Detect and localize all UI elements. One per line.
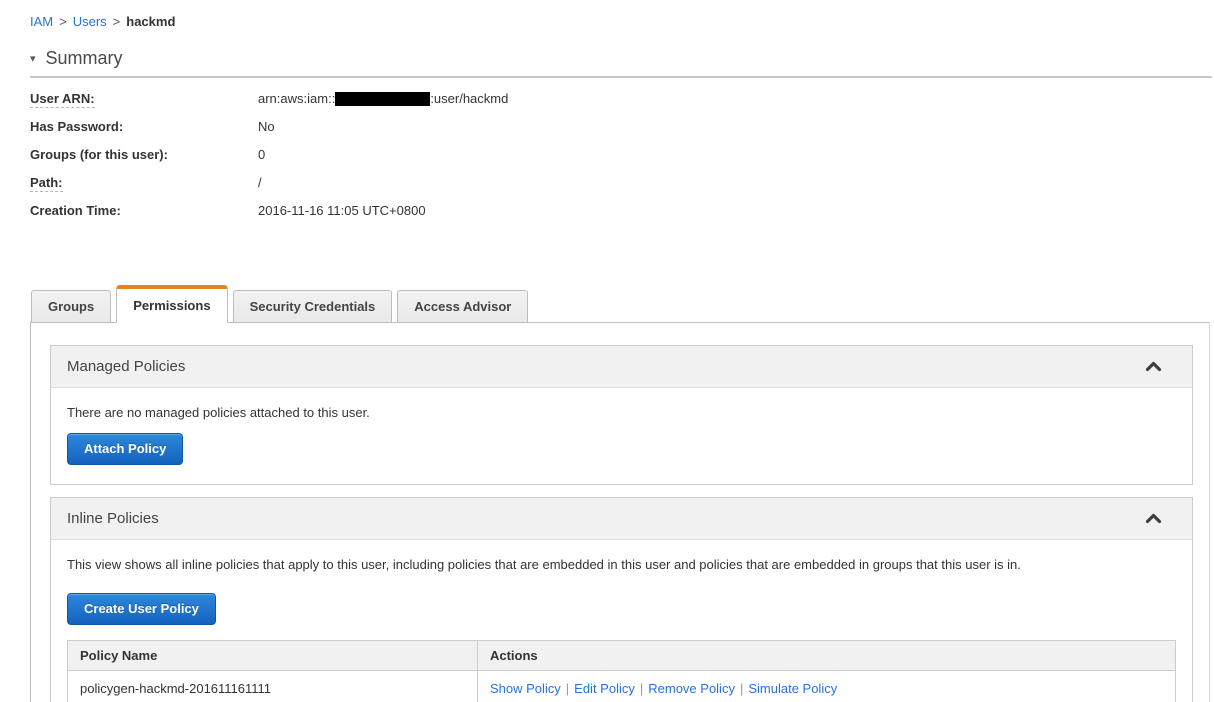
breadcrumb: IAM > Users > hackmd bbox=[30, 14, 1214, 29]
field-value-creation-time: 2016-11-16 11:05 UTC+0800 bbox=[258, 203, 426, 218]
field-value-has-password: No bbox=[258, 119, 275, 134]
summary-title: Summary bbox=[45, 48, 123, 68]
field-value-user-arn: arn:aws:iam:::user/hackmd bbox=[258, 91, 509, 106]
field-label-has-password: Has Password: bbox=[30, 119, 124, 134]
managed-policies-empty-text: There are no managed policies attached t… bbox=[67, 405, 370, 420]
simulate-policy-link[interactable]: Simulate Policy bbox=[748, 681, 837, 696]
field-row-groups: Groups (for this user): 0 bbox=[30, 147, 1214, 175]
action-separator: | bbox=[739, 681, 744, 696]
field-row-path: Path: / bbox=[30, 175, 1214, 203]
field-value-path: / bbox=[258, 175, 262, 190]
summary-fields: User ARN: arn:aws:iam:::user/hackmd Has … bbox=[30, 91, 1214, 231]
policy-name-cell: policygen-hackmd-201611161111 bbox=[67, 670, 478, 702]
field-value-groups: 0 bbox=[258, 147, 266, 162]
field-label-user-arn: User ARN: bbox=[30, 91, 95, 108]
inline-policies-title: Inline Policies bbox=[67, 510, 159, 527]
redacted-account-id bbox=[335, 92, 431, 106]
inline-policies-description: This view shows all inline policies that… bbox=[67, 557, 1021, 572]
field-row-creation-time: Creation Time: 2016-11-16 11:05 UTC+0800 bbox=[30, 203, 1214, 231]
table-header-row: Policy Name Actions bbox=[67, 640, 1177, 671]
action-separator: | bbox=[639, 681, 644, 696]
managed-policies-section: Managed Policies There are no managed po… bbox=[50, 345, 1193, 485]
column-header-actions: Actions bbox=[476, 640, 1177, 671]
action-separator: | bbox=[565, 681, 570, 696]
summary-section-header: ▾ Summary bbox=[30, 48, 1212, 78]
create-user-policy-button[interactable]: Create User Policy bbox=[67, 593, 216, 625]
field-label-groups: Groups (for this user): bbox=[30, 147, 168, 162]
field-row-user-arn: User ARN: arn:aws:iam:::user/hackmd bbox=[30, 91, 1214, 119]
field-label-path: Path: bbox=[30, 175, 63, 192]
inline-policies-table: Policy Name Actions policygen-hackmd-201… bbox=[67, 640, 1177, 702]
breadcrumb-current-user: hackmd bbox=[126, 14, 176, 29]
tab-access-advisor[interactable]: Access Advisor bbox=[397, 290, 529, 322]
field-label-creation-time: Creation Time: bbox=[30, 203, 121, 218]
chevron-up-icon bbox=[1145, 512, 1162, 527]
inline-policies-content: This view shows all inline policies that… bbox=[51, 540, 1192, 702]
inline-policies-collapse-button[interactable] bbox=[1131, 511, 1176, 526]
permissions-tab-panel: Managed Policies There are no managed po… bbox=[30, 322, 1210, 702]
tab-permissions[interactable]: Permissions bbox=[116, 285, 228, 323]
managed-policies-content: There are no managed policies attached t… bbox=[51, 388, 1192, 484]
remove-policy-link[interactable]: Remove Policy bbox=[648, 681, 735, 696]
breadcrumb-link-users[interactable]: Users bbox=[73, 14, 107, 29]
table-row: policygen-hackmd-201611161111 Show Polic… bbox=[67, 670, 1177, 702]
inline-policies-header: Inline Policies bbox=[51, 498, 1192, 540]
managed-policies-title: Managed Policies bbox=[67, 358, 186, 375]
attach-policy-button[interactable]: Attach Policy bbox=[67, 433, 184, 465]
show-policy-link[interactable]: Show Policy bbox=[490, 681, 561, 696]
breadcrumb-separator: > bbox=[112, 14, 121, 29]
policy-actions-cell: Show Policy | Edit Policy | Remove Policy | Si… bbox=[476, 670, 1177, 702]
edit-policy-link[interactable]: Edit Policy bbox=[574, 681, 635, 696]
collapse-triangle-icon[interactable]: ▾ bbox=[30, 52, 36, 65]
managed-policies-collapse-button[interactable] bbox=[1131, 359, 1176, 374]
inline-policies-section: Inline Policies This view shows all inli… bbox=[50, 497, 1193, 702]
tab-security-credentials[interactable]: Security Credentials bbox=[232, 290, 393, 322]
managed-policies-header: Managed Policies bbox=[51, 346, 1192, 388]
column-header-policy-name: Policy Name bbox=[67, 640, 478, 671]
breadcrumb-link-iam[interactable]: IAM bbox=[30, 14, 53, 29]
field-row-has-password: Has Password: No bbox=[30, 119, 1214, 147]
tab-bar: Groups Permissions Security Credentials … bbox=[31, 285, 1214, 323]
chevron-up-icon bbox=[1145, 360, 1162, 375]
breadcrumb-separator: > bbox=[59, 14, 67, 29]
tab-groups[interactable]: Groups bbox=[31, 290, 112, 322]
